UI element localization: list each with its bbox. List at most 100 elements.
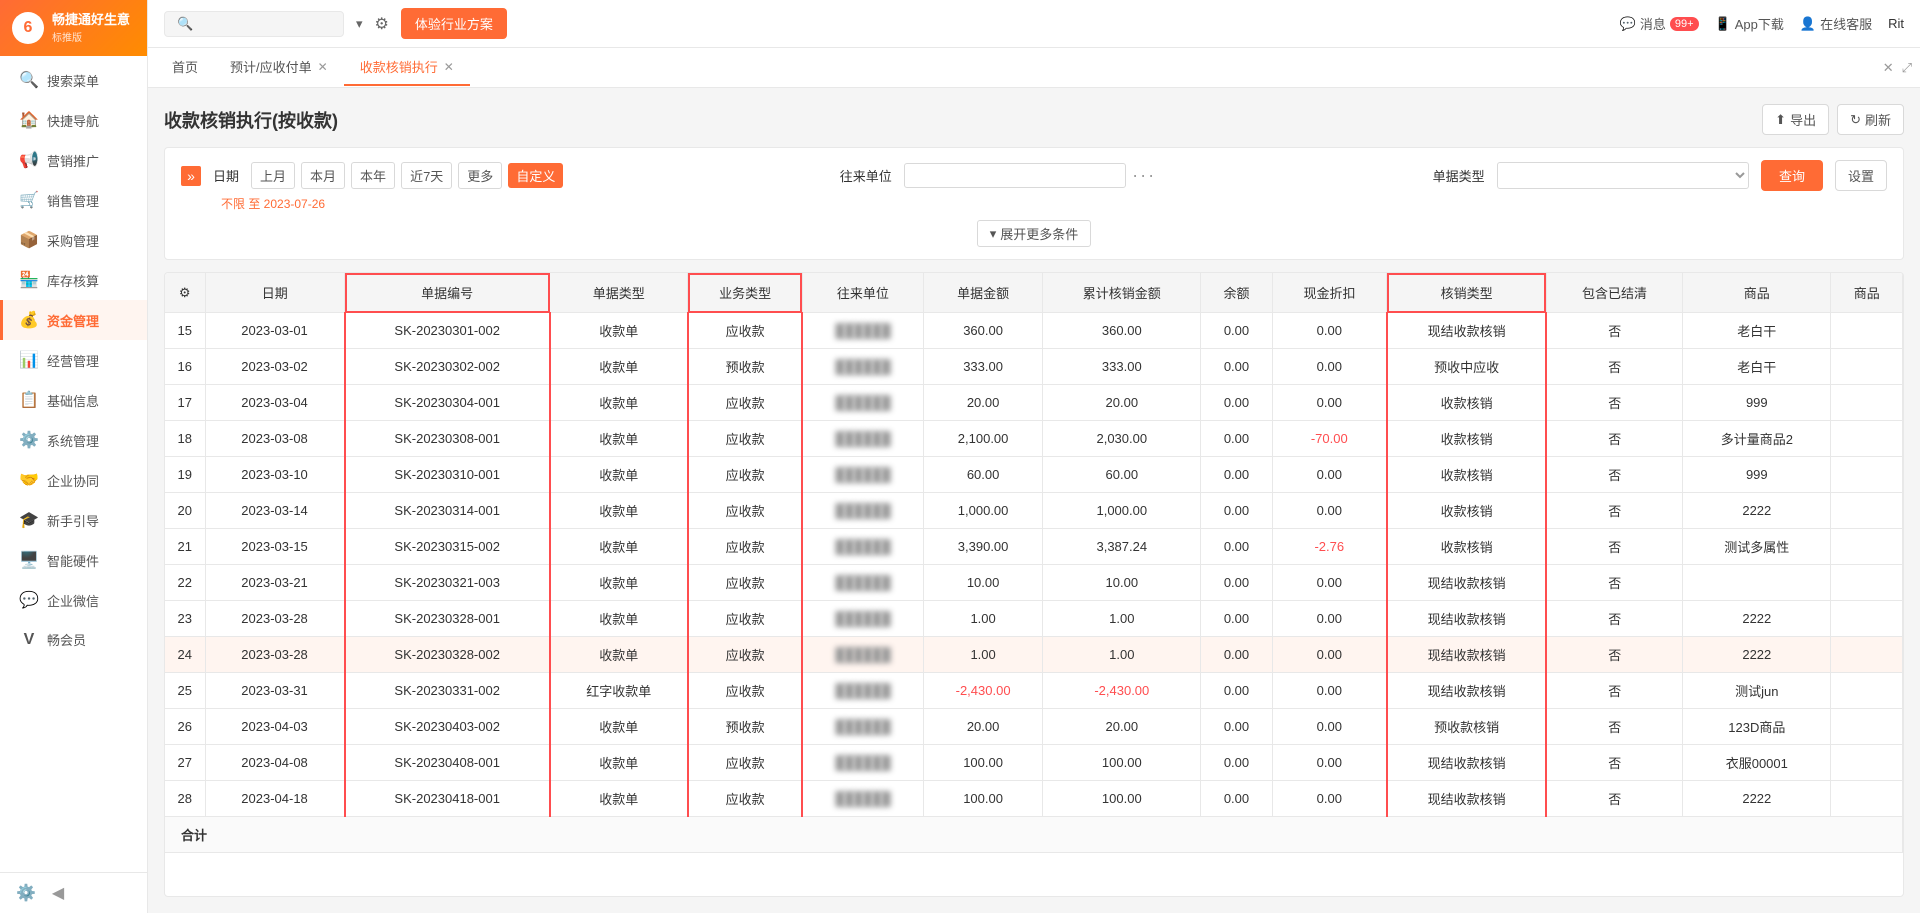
- cell-writeoff: 1,000.00: [1043, 493, 1201, 529]
- cell-goods2: [1831, 673, 1903, 709]
- tab-close-receivable[interactable]: ✕: [318, 60, 328, 74]
- last-7days-button[interactable]: 近7天: [401, 162, 452, 189]
- partner-dots[interactable]: ···: [1132, 165, 1156, 186]
- sidebar-item-marketing[interactable]: 📢 营销推广: [0, 140, 147, 180]
- cell-no: 27: [165, 745, 205, 781]
- tab-close-writeoff[interactable]: ✕: [444, 60, 454, 74]
- sidebar-item-wechat[interactable]: 💬 企业微信: [0, 580, 147, 620]
- cell-cashdisc: 0.00: [1272, 385, 1387, 421]
- expand-more-button[interactable]: ▾ 展开更多条件: [977, 220, 1092, 247]
- sn-link[interactable]: SK-20230314-001: [394, 503, 500, 518]
- sn-link[interactable]: SK-20230301-002: [394, 323, 500, 338]
- tab-receivable[interactable]: 预计/应收付单 ✕: [214, 49, 344, 86]
- app-download-button[interactable]: 📱 App下载: [1715, 14, 1784, 33]
- cell-date: 2023-03-28: [205, 601, 345, 637]
- cell-partner: ██████: [802, 349, 923, 385]
- sn-link[interactable]: SK-20230418-001: [394, 791, 500, 806]
- cell-partner: ██████: [802, 529, 923, 565]
- sn-link[interactable]: SK-20230304-001: [394, 395, 500, 410]
- cell-cashdisc: 0.00: [1272, 349, 1387, 385]
- topbar-dropdown-arrow[interactable]: ▾: [356, 16, 363, 32]
- sidebar-item-search[interactable]: 🔍 搜索菜单: [0, 60, 147, 100]
- sidebar-item-operations[interactable]: 📊 经营管理: [0, 340, 147, 380]
- tab-write-off[interactable]: 收款核销执行 ✕: [344, 49, 470, 86]
- th-gear[interactable]: ⚙: [165, 273, 205, 313]
- cell-no: 28: [165, 781, 205, 817]
- data-table-wrap: ⚙ 日期 单据编号 单据类型 业务类型 往来单位 单据金额 累计核销金额 余额 …: [164, 272, 1904, 897]
- tab-close-all-icon[interactable]: ✕: [1883, 60, 1894, 76]
- table-row: 15 2023-03-01 SK-20230301-002 收款单 应收款 ██…: [165, 313, 1903, 349]
- cell-balance: 0.00: [1201, 781, 1272, 817]
- sidebar-item-hardware[interactable]: 🖥️ 智能硬件: [0, 540, 147, 580]
- th-include: 包含已结清: [1546, 273, 1682, 313]
- cell-writeofftype: 收款核销: [1387, 421, 1547, 457]
- sn-link[interactable]: SK-20230315-002: [394, 539, 500, 554]
- sidebar-item-purchase[interactable]: 📦 采购管理: [0, 220, 147, 260]
- doc-type-select[interactable]: [1497, 162, 1749, 189]
- cell-goods1: 999: [1683, 385, 1831, 421]
- this-year-button[interactable]: 本年: [351, 162, 395, 189]
- tab-home[interactable]: 首页: [156, 49, 214, 86]
- tab-expand-icon[interactable]: ⤢: [1902, 60, 1912, 76]
- cell-goods1: 老白干: [1683, 349, 1831, 385]
- sidebar-item-quicknav[interactable]: 🏠 快捷导航: [0, 100, 147, 140]
- sn-link[interactable]: SK-20230331-002: [394, 683, 500, 698]
- cell-include: 否: [1546, 313, 1682, 349]
- table-row: 18 2023-03-08 SK-20230308-001 收款单 应收款 ██…: [165, 421, 1903, 457]
- topbar-search[interactable]: 🔍: [164, 11, 344, 37]
- sidebar-item-sales[interactable]: 🛒 销售管理: [0, 180, 147, 220]
- th-writeofftype: 核销类型: [1387, 273, 1547, 313]
- message-button[interactable]: 💬 消息 99+: [1620, 14, 1699, 33]
- cell-include: 否: [1546, 349, 1682, 385]
- refresh-button[interactable]: ↻ 刷新: [1837, 104, 1904, 135]
- sn-link[interactable]: SK-20230310-001: [394, 467, 500, 482]
- date-range-display: 不限 至 2023-07-26: [221, 195, 1887, 212]
- sn-link[interactable]: SK-20230302-002: [394, 359, 500, 374]
- last-month-button[interactable]: 上月: [251, 162, 295, 189]
- cell-biztype: 应收款: [688, 673, 803, 709]
- sidebar-item-basicinfo[interactable]: 📋 基础信息: [0, 380, 147, 420]
- cell-writeofftype: 现结收款核销: [1387, 781, 1547, 817]
- sn-link[interactable]: SK-20230403-002: [394, 719, 500, 734]
- filter-collapse-button[interactable]: »: [181, 166, 201, 186]
- sn-link[interactable]: SK-20230321-003: [394, 575, 500, 590]
- cell-balance: 0.00: [1201, 637, 1272, 673]
- inventory-icon: 🏪: [19, 270, 39, 290]
- partner-input[interactable]: [904, 163, 1126, 188]
- online-service-button[interactable]: 👤 在线客服: [1800, 14, 1872, 33]
- setting-button[interactable]: 设置: [1835, 160, 1887, 191]
- cell-sn: SK-20230408-001: [345, 745, 550, 781]
- sn-link[interactable]: SK-20230408-001: [394, 755, 500, 770]
- export-button[interactable]: ⬆ 导出: [1762, 104, 1829, 135]
- cell-amount: 3,390.00: [923, 529, 1043, 565]
- cell-writeofftype: 现结收款核销: [1387, 313, 1547, 349]
- cell-no: 21: [165, 529, 205, 565]
- sidebar-item-finance[interactable]: 💰 资金管理: [0, 300, 147, 340]
- cell-writeofftype: 现结收款核销: [1387, 673, 1547, 709]
- this-month-button[interactable]: 本月: [301, 162, 345, 189]
- query-button[interactable]: 查询: [1761, 160, 1823, 191]
- sn-link[interactable]: SK-20230328-001: [394, 611, 500, 626]
- cell-no: 16: [165, 349, 205, 385]
- sidebar-item-member[interactable]: V 畅会员: [0, 620, 147, 659]
- topbar-gear-icon[interactable]: ⚙: [375, 14, 389, 34]
- solution-button[interactable]: 体验行业方案: [401, 8, 507, 39]
- settings-bottom-icon[interactable]: ⚙️: [16, 883, 36, 903]
- cell-no: 20: [165, 493, 205, 529]
- more-date-button[interactable]: 更多: [458, 162, 502, 189]
- sidebar-item-guide[interactable]: 🎓 新手引导: [0, 500, 147, 540]
- sidebar-item-inventory[interactable]: 🏪 库存核算: [0, 260, 147, 300]
- cell-goods1: 测试多属性: [1683, 529, 1831, 565]
- cell-include: 否: [1546, 493, 1682, 529]
- sn-link[interactable]: SK-20230328-002: [394, 647, 500, 662]
- cell-goods2: [1831, 421, 1903, 457]
- cell-goods2: [1831, 745, 1903, 781]
- sidebar-item-system[interactable]: ⚙️ 系统管理: [0, 420, 147, 460]
- sidebar-item-enterprise[interactable]: 🤝 企业协同: [0, 460, 147, 500]
- cell-date: 2023-03-31: [205, 673, 345, 709]
- custom-date-button[interactable]: 自定义: [508, 163, 563, 188]
- collapse-icon[interactable]: ◀: [52, 883, 64, 903]
- sn-link[interactable]: SK-20230308-001: [394, 431, 500, 446]
- cell-no: 15: [165, 313, 205, 349]
- table-row: 16 2023-03-02 SK-20230302-002 收款单 预收款 ██…: [165, 349, 1903, 385]
